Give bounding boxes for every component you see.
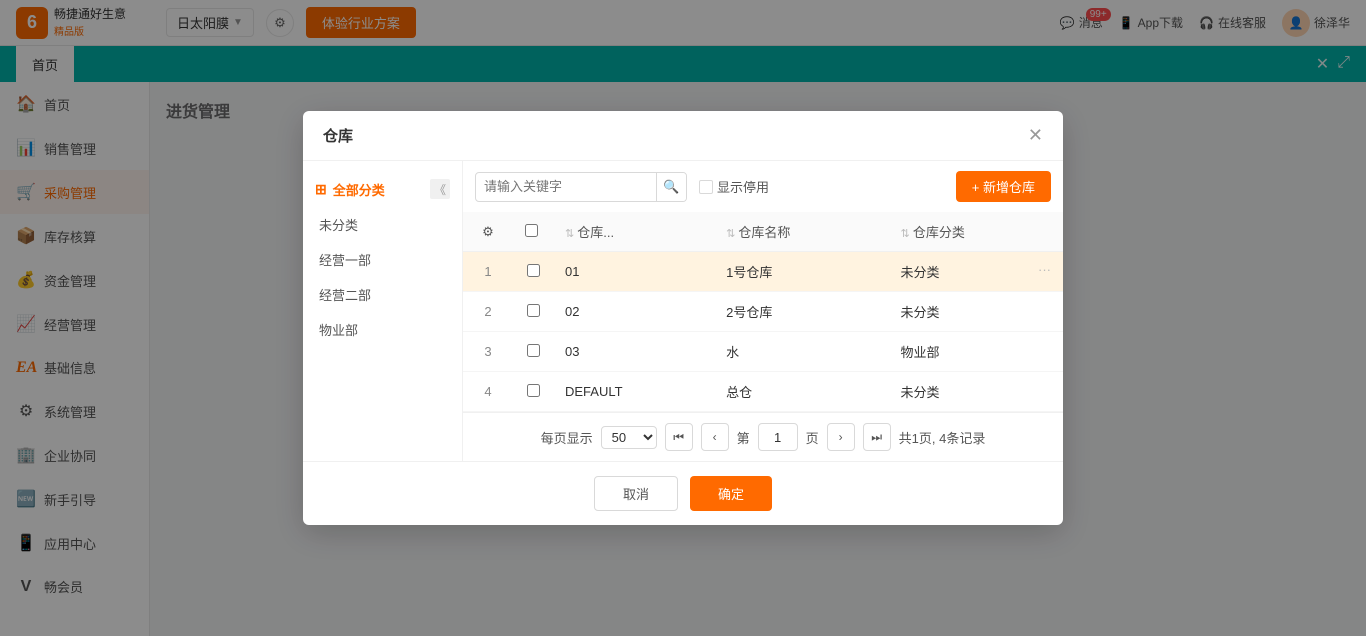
row-code: 01 [553, 252, 714, 292]
category-item-1[interactable]: 经营一部 [303, 242, 462, 277]
th-category[interactable]: ⇅ 仓库分类 [889, 212, 1063, 252]
row-code: 03 [553, 332, 714, 372]
search-input[interactable] [476, 179, 656, 194]
page-number-input[interactable] [758, 423, 798, 451]
page-label: 第 [737, 428, 750, 447]
modal-close-button[interactable]: ✕ [1028, 125, 1043, 146]
search-input-wrap: 🔍 [475, 172, 687, 202]
per-page-label: 每页显示 [541, 428, 593, 447]
row-index: 1 [463, 252, 513, 292]
modal-body: ⊞ 全部分类 《 未分类 经营一部 经营二部 物业部 [303, 161, 1063, 461]
category-item-2[interactable]: 经营二部 [303, 277, 462, 312]
prev-page-button[interactable]: ‹ [701, 423, 729, 451]
sort-icon-cat: ⇅ [901, 228, 913, 240]
row-checkbox[interactable] [513, 292, 553, 332]
sort-icon-code: ⇅ [565, 228, 577, 240]
row-index: 4 [463, 372, 513, 412]
row-select-checkbox[interactable] [527, 304, 540, 317]
category-header: ⊞ 全部分类 《 [303, 171, 462, 207]
th-name[interactable]: ⇅ 仓库名称 [714, 212, 888, 252]
show-disabled-checkbox[interactable] [699, 180, 713, 194]
pagination-bar: 每页显示 50 10 20 100 ⏮ ‹ 第 页 › ⏭ 共1页, 4条记录 [463, 412, 1063, 461]
row-category: 未分类 [889, 372, 1063, 412]
show-disabled-label[interactable]: 显示停用 [699, 177, 769, 196]
modal-header: 仓库 ✕ [303, 111, 1063, 161]
row-select-checkbox[interactable] [527, 264, 540, 277]
category-item-3[interactable]: 物业部 [303, 312, 462, 347]
category-all-label: 全部分类 [333, 180, 385, 199]
search-icon[interactable]: 🔍 [656, 172, 686, 202]
modal-title: 仓库 [323, 125, 353, 146]
row-name: 总仓 [714, 372, 888, 412]
grid-icon: ⊞ [315, 181, 327, 198]
table-toolbar: 🔍 显示停用 + 新增仓库 [463, 161, 1063, 212]
row-name: 水 [714, 332, 888, 372]
confirm-button[interactable]: 确定 [690, 476, 772, 511]
last-page-button[interactable]: ⏭ [863, 423, 891, 451]
row-select-checkbox[interactable] [527, 384, 540, 397]
category-panel: ⊞ 全部分类 《 未分类 经营一部 经营二部 物业部 [303, 161, 463, 461]
row-category: 未分类··· [889, 252, 1063, 292]
row-more-icon[interactable]: ··· [1038, 262, 1051, 277]
table-row[interactable]: 3 03 水 物业部 [463, 332, 1063, 372]
row-select-checkbox[interactable] [527, 344, 540, 357]
modal-footer: 取消 确定 [303, 461, 1063, 525]
sort-icon-name: ⇅ [726, 228, 738, 240]
collapse-button[interactable]: 《 [430, 179, 450, 199]
row-name: 2号仓库 [714, 292, 888, 332]
table-panel: 🔍 显示停用 + 新增仓库 ⚙ [463, 161, 1063, 461]
gear-col-icon: ⚙ [482, 224, 494, 239]
category-all-button[interactable]: ⊞ 全部分类 [315, 180, 385, 199]
page-label-2: 页 [806, 428, 819, 447]
row-index: 2 [463, 292, 513, 332]
page-size-select[interactable]: 50 10 20 100 [601, 426, 657, 449]
row-category: 未分类 [889, 292, 1063, 332]
table-row[interactable]: 1 01 1号仓库 未分类··· [463, 252, 1063, 292]
first-page-button[interactable]: ⏮ [665, 423, 693, 451]
row-checkbox[interactable] [513, 332, 553, 372]
warehouse-modal: 仓库 ✕ ⊞ 全部分类 《 未分类 经营一部 [303, 111, 1063, 525]
add-warehouse-button[interactable]: + 新增仓库 [956, 171, 1051, 202]
table-row[interactable]: 2 02 2号仓库 未分类 [463, 292, 1063, 332]
row-index: 3 [463, 332, 513, 372]
th-gear[interactable]: ⚙ [463, 212, 513, 252]
row-code: DEFAULT [553, 372, 714, 412]
row-checkbox[interactable] [513, 252, 553, 292]
category-item-0[interactable]: 未分类 [303, 207, 462, 242]
th-checkbox[interactable] [513, 212, 553, 252]
row-category: 物业部 [889, 332, 1063, 372]
row-name: 1号仓库 [714, 252, 888, 292]
row-code: 02 [553, 292, 714, 332]
data-table: ⚙ ⇅ 仓库... ⇅ 仓库名称 [463, 212, 1063, 412]
modal-backdrop: 仓库 ✕ ⊞ 全部分类 《 未分类 经营一部 [0, 0, 1366, 636]
th-code[interactable]: ⇅ 仓库... [553, 212, 714, 252]
next-page-button[interactable]: › [827, 423, 855, 451]
table-header-row: ⚙ ⇅ 仓库... ⇅ 仓库名称 [463, 212, 1063, 252]
cancel-button[interactable]: 取消 [594, 476, 678, 511]
select-all-checkbox[interactable] [525, 224, 538, 237]
table-row[interactable]: 4 DEFAULT 总仓 未分类 [463, 372, 1063, 412]
total-info: 共1页, 4条记录 [899, 428, 986, 447]
row-checkbox[interactable] [513, 372, 553, 412]
